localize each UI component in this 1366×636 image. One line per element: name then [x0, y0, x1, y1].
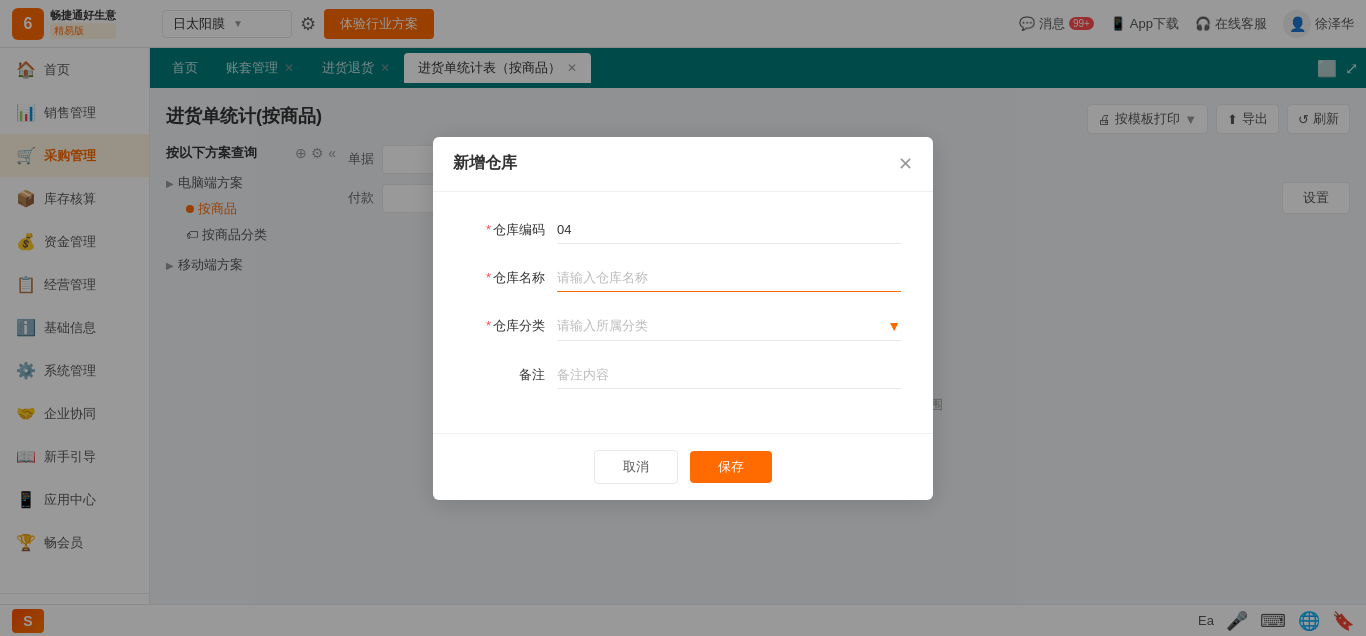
warehouse-name-input[interactable]: [557, 264, 901, 292]
modal-footer: 取消 保存: [433, 433, 933, 500]
cancel-button[interactable]: 取消: [594, 450, 678, 484]
add-warehouse-modal: 新增仓库 ✕ *仓库编码 *仓库名称 *仓库分类: [433, 137, 933, 500]
category-input[interactable]: [557, 318, 887, 333]
modal-title: 新增仓库: [453, 153, 517, 174]
name-label: *仓库名称: [465, 269, 545, 287]
category-label: *仓库分类: [465, 317, 545, 335]
modal-close-button[interactable]: ✕: [898, 153, 913, 175]
code-label: *仓库编码: [465, 221, 545, 239]
form-row-name: *仓库名称: [465, 264, 901, 292]
modal-header: 新增仓库 ✕: [433, 137, 933, 192]
modal-body: *仓库编码 *仓库名称 *仓库分类 ▼: [433, 192, 933, 433]
form-row-category: *仓库分类 ▼: [465, 312, 901, 341]
note-label: 备注: [465, 366, 545, 384]
form-row-note: 备注: [465, 361, 901, 389]
warehouse-note-input[interactable]: [557, 361, 901, 389]
save-button[interactable]: 保存: [690, 451, 772, 483]
chevron-down-icon-category[interactable]: ▼: [887, 318, 901, 334]
modal-overlay[interactable]: 新增仓库 ✕ *仓库编码 *仓库名称 *仓库分类: [0, 0, 1366, 636]
category-select-wrapper: ▼: [557, 312, 901, 341]
form-row-code: *仓库编码: [465, 216, 901, 244]
warehouse-code-input[interactable]: [557, 216, 901, 244]
